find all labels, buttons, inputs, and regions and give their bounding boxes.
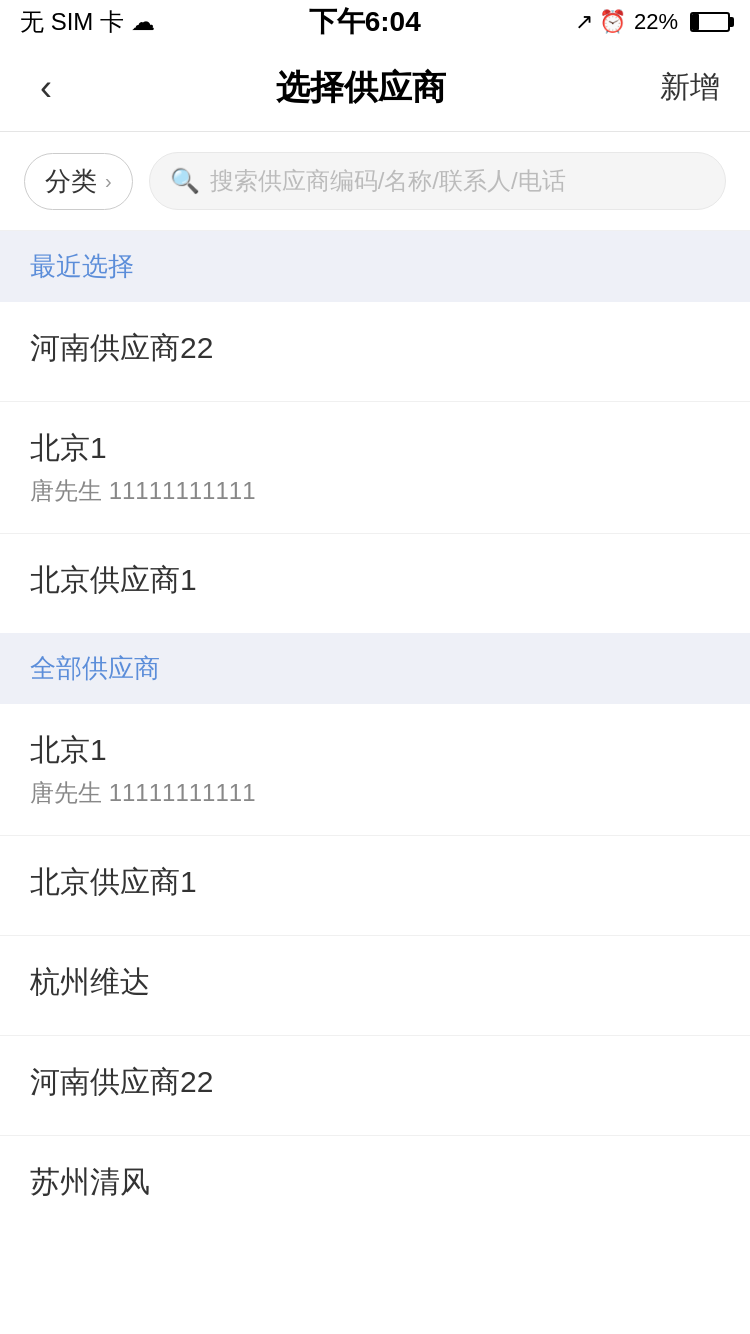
recent-list: 河南供应商22 北京1 唐先生 11111111111 北京供应商1 (0, 302, 750, 633)
filter-bar: 分类 › 🔍 搜索供应商编码/名称/联系人/电话 (0, 132, 750, 231)
chevron-right-icon: › (105, 170, 112, 193)
recent-section-header: 最近选择 (0, 231, 750, 302)
recent-section-label: 最近选择 (30, 251, 134, 281)
status-left: 无 SIM 卡 ☁ (20, 6, 155, 38)
list-item[interactable]: 苏州清风 (0, 1136, 750, 1235)
item-name: 河南供应商22 (30, 328, 720, 369)
list-item[interactable]: 河南供应商22 (0, 302, 750, 402)
page-title: 选择供应商 (276, 65, 446, 111)
search-placeholder: 搜索供应商编码/名称/联系人/电话 (210, 165, 566, 197)
item-name: 北京供应商1 (30, 560, 720, 601)
list-item[interactable]: 北京供应商1 (0, 836, 750, 936)
search-box[interactable]: 🔍 搜索供应商编码/名称/联系人/电话 (149, 152, 726, 210)
battery-icon (690, 12, 730, 32)
all-section-header: 全部供应商 (0, 633, 750, 704)
back-button[interactable]: ‹ (30, 57, 62, 119)
add-button[interactable]: 新增 (660, 67, 720, 108)
item-sub: 唐先生 11111111111 (30, 475, 720, 507)
list-item[interactable]: 北京供应商1 (0, 534, 750, 633)
status-right: ↗ ⏰ 22% (575, 9, 730, 35)
item-name: 北京1 (30, 730, 720, 771)
status-icons: ↗ ⏰ (575, 9, 626, 35)
list-item[interactable]: 北京1 唐先生 11111111111 (0, 402, 750, 534)
sim-label: 无 SIM 卡 ☁ (20, 6, 155, 38)
status-time: 下午6:04 (309, 3, 421, 41)
category-label: 分类 (45, 164, 97, 199)
item-name: 河南供应商22 (30, 1062, 720, 1103)
list-item[interactable]: 河南供应商22 (0, 1036, 750, 1136)
item-name: 杭州维达 (30, 962, 720, 1003)
all-list: 北京1 唐先生 11111111111 北京供应商1 杭州维达河南供应商22 苏州清风 (0, 704, 750, 1235)
item-sub: 唐先生 11111111111 (30, 777, 720, 809)
status-bar: 无 SIM 卡 ☁ 下午6:04 ↗ ⏰ 22% (0, 0, 750, 44)
list-item[interactable]: 北京1 唐先生 11111111111 (0, 704, 750, 836)
battery-percent: 22% (634, 9, 678, 35)
item-name: 北京供应商1 (30, 862, 720, 903)
search-icon: 🔍 (170, 167, 200, 195)
item-name: 苏州清风 (30, 1162, 720, 1203)
item-name: 北京1 (30, 428, 720, 469)
nav-bar: ‹ 选择供应商 新增 (0, 44, 750, 132)
all-section-label: 全部供应商 (30, 653, 160, 683)
category-button[interactable]: 分类 › (24, 153, 133, 210)
list-item[interactable]: 杭州维达 (0, 936, 750, 1036)
